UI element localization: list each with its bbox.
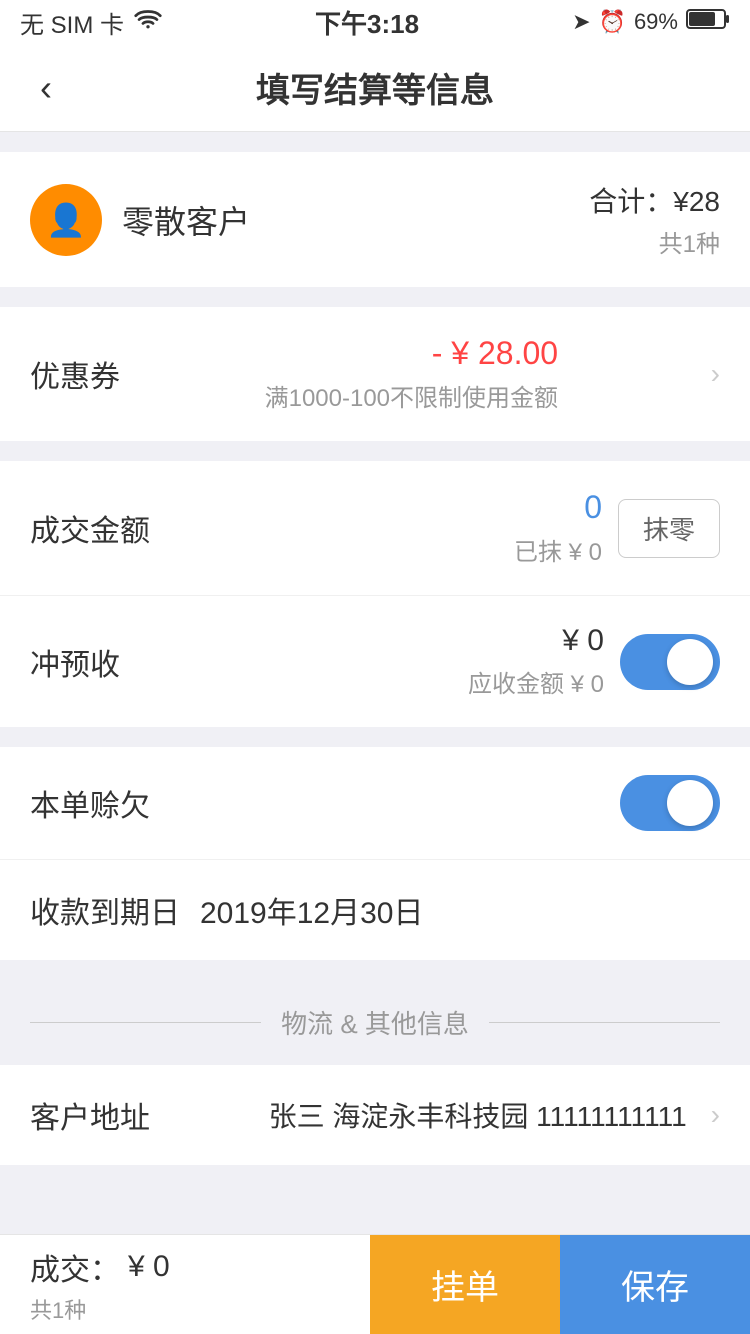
pre-receipt-right: ¥ 0 应收金额 ¥ 0 [468, 624, 720, 699]
logistics-header-text: 物流 & 其他信息 [281, 1004, 469, 1041]
address-value: 张三 海淀永丰科技园 11111111111 [269, 1095, 687, 1135]
logistics-section: 物流 & 其他信息 客户地址 张三 海淀永丰科技园 11111111111 › [0, 980, 750, 1165]
status-right: ➤ ⏰ 69% [572, 8, 730, 36]
customer-name: 零散客户 [122, 197, 250, 243]
pre-receipt-label: 冲预收 [30, 640, 120, 684]
due-date-label: 收款到期日 [30, 888, 180, 932]
status-left: 无 SIM 卡 [20, 5, 162, 40]
back-button[interactable]: ‹ [30, 60, 62, 116]
coupon-description: 满1000-100不限制使用金额 [265, 378, 558, 413]
save-button[interactable]: 保存 [560, 1235, 750, 1334]
total-amount: 合计：¥28 [589, 180, 720, 220]
round-off-button[interactable]: 抹零 [618, 499, 720, 558]
transaction-section: 成交金额 0 已抹 ¥ 0 抹零 冲预收 ¥ 0 应收金额 ¥ 0 [0, 461, 750, 727]
debt-section: 本单赊欠 收款到期日 2019年12月30日 [0, 747, 750, 960]
transaction-amount-value[interactable]: 0 [514, 489, 602, 526]
divider-left [30, 1022, 261, 1023]
debt-right [620, 775, 720, 831]
address-label: 客户地址 [30, 1093, 150, 1137]
pre-receipt-row: 冲预收 ¥ 0 应收金额 ¥ 0 [0, 596, 750, 727]
chevron-right-icon: › [711, 358, 720, 390]
address-row[interactable]: 客户地址 张三 海淀永丰科技园 11111111111 › [0, 1065, 750, 1165]
coupon-row[interactable]: 优惠券 - ¥ 28.00 满1000-100不限制使用金额 › [0, 307, 750, 441]
avatar: 👤 [30, 184, 102, 256]
total-count: 共1种 [589, 224, 720, 259]
status-bar: 无 SIM 卡 下午3:18 ➤ ⏰ 69% [0, 0, 750, 44]
receivable: 应收金额 ¥ 0 [468, 664, 604, 699]
address-right: 张三 海淀永丰科技园 11111111111 › [269, 1095, 720, 1135]
pre-receipt-amount: ¥ 0 [468, 624, 604, 658]
bottom-bar: 成交： ¥ 0 共1种 挂单 保存 [0, 1234, 750, 1334]
due-date-value: 2019年12月30日 [200, 888, 423, 932]
already-rounded: 已抹 ¥ 0 [514, 532, 602, 567]
nav-bar: ‹ 填写结算等信息 [0, 44, 750, 132]
battery-label: 69% [634, 9, 678, 35]
avatar-icon: 👤 [46, 201, 86, 239]
coupon-right: - ¥ 28.00 满1000-100不限制使用金额 [265, 335, 558, 413]
bottom-info: 成交： ¥ 0 共1种 [0, 1235, 370, 1334]
battery-icon [686, 8, 730, 36]
due-date-row: 收款到期日 2019年12月30日 [0, 860, 750, 960]
location-icon: ➤ [572, 9, 590, 35]
page-title: 填写结算等信息 [256, 63, 494, 112]
coupon-section: 优惠券 - ¥ 28.00 满1000-100不限制使用金额 › [0, 307, 750, 441]
coupon-label: 优惠券 [30, 352, 120, 396]
alarm-icon: ⏰ [599, 9, 626, 35]
debt-toggle[interactable] [620, 775, 720, 831]
customer-left: 👤 零散客户 [30, 184, 250, 256]
status-time: 下午3:18 [315, 4, 419, 41]
bottom-transaction-label: 成交： [30, 1245, 120, 1289]
bottom-transaction: 成交： ¥ 0 [30, 1245, 340, 1289]
transaction-amount-row: 成交金额 0 已抹 ¥ 0 抹零 [0, 461, 750, 596]
customer-section: 👤 零散客户 合计：¥28 共1种 [0, 152, 750, 287]
logistics-header: 物流 & 其他信息 [0, 980, 750, 1065]
bottom-transaction-amount: ¥ 0 [128, 1250, 170, 1284]
debt-label: 本单赊欠 [30, 781, 150, 825]
transaction-amount-right: 0 已抹 ¥ 0 抹零 [514, 489, 720, 567]
transaction-amount-label: 成交金额 [30, 506, 150, 550]
customer-summary: 合计：¥28 共1种 [589, 180, 720, 259]
customer-row: 👤 零散客户 合计：¥28 共1种 [0, 152, 750, 287]
bottom-count: 共1种 [30, 1293, 340, 1325]
chevron-right-icon: › [711, 1099, 720, 1131]
pre-receipt-toggle[interactable] [620, 634, 720, 690]
coupon-discount: - ¥ 28.00 [265, 335, 558, 372]
wifi-icon [134, 8, 162, 36]
hold-button[interactable]: 挂单 [370, 1235, 560, 1334]
carrier-label: 无 SIM 卡 [20, 5, 124, 40]
divider-right [489, 1022, 720, 1023]
debt-row: 本单赊欠 [0, 747, 750, 860]
